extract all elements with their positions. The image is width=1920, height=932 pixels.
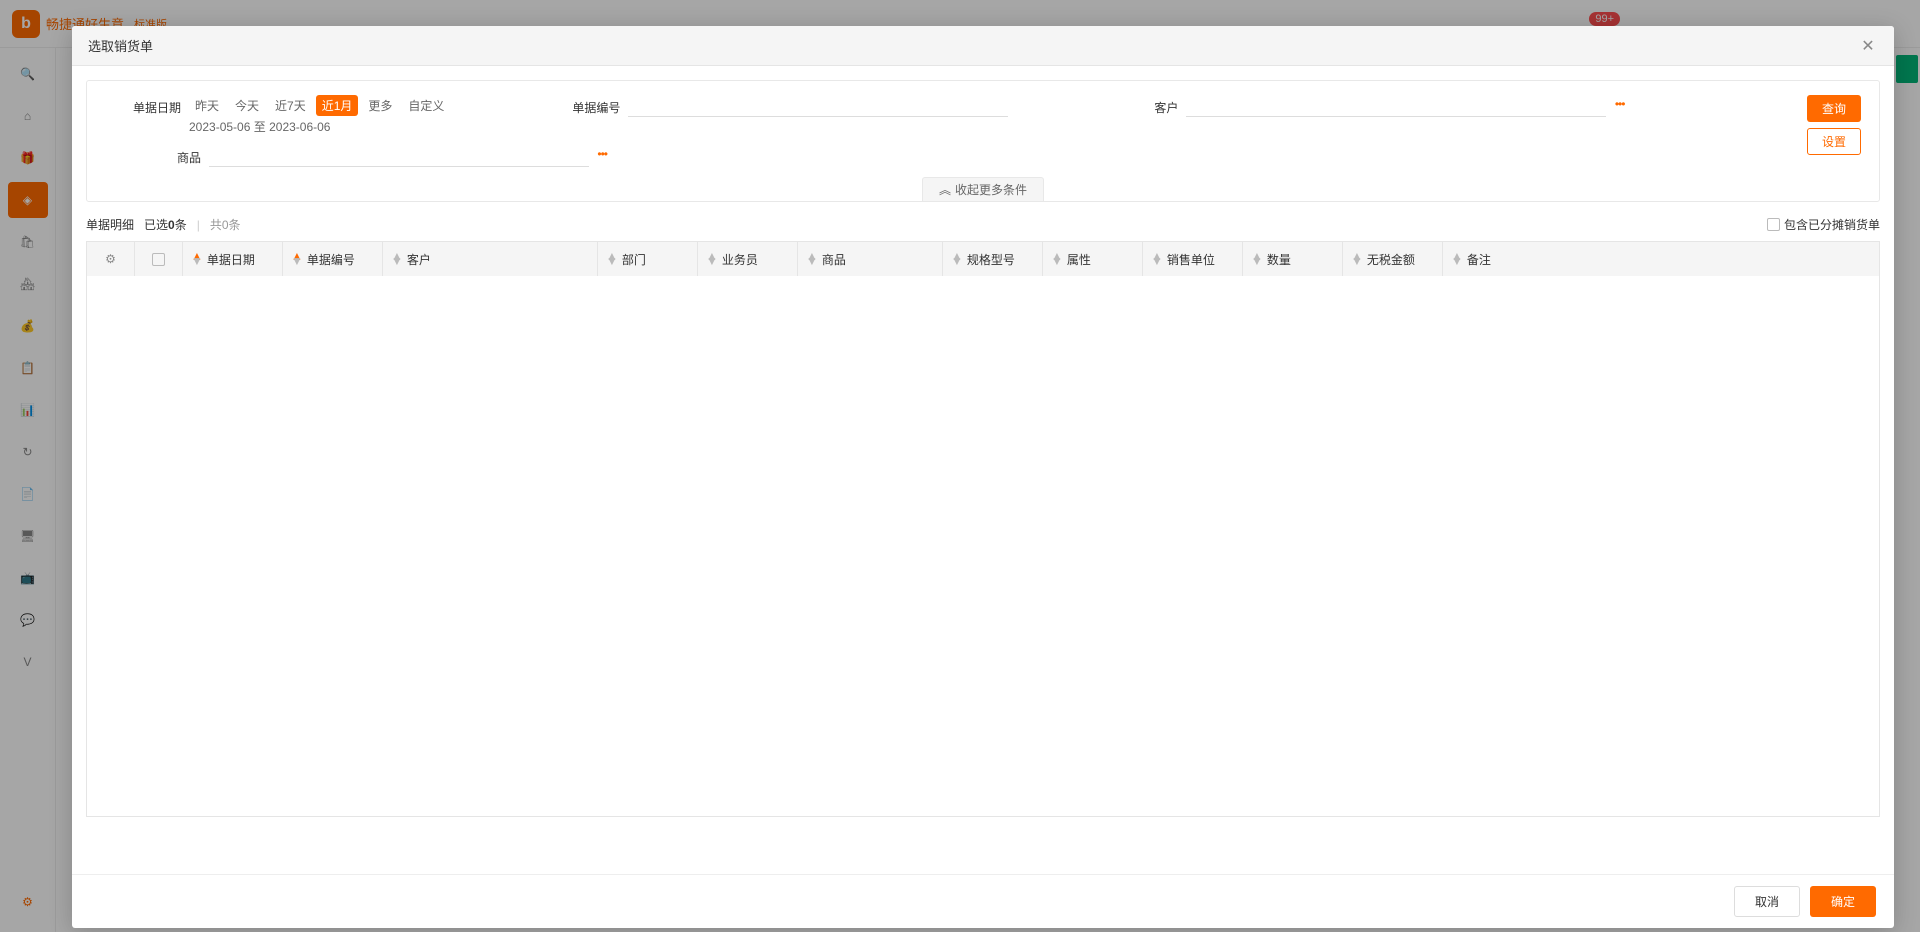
col-dept[interactable]: ▲▼部门 xyxy=(598,242,698,276)
date-tab-7days[interactable]: 近7天 xyxy=(269,95,312,116)
col-amount[interactable]: ▲▼无税金额 xyxy=(1343,242,1443,276)
filter-panel: 单据日期 昨天 今天 近7天 近1月 更多 自定义 2023-05-06 至 xyxy=(86,80,1880,202)
customer-input[interactable] xyxy=(1186,95,1606,117)
include-shipped-checkbox[interactable]: 包含已分摊销货单 xyxy=(1767,216,1880,233)
product-input[interactable] xyxy=(209,145,589,167)
detail-title: 单据明细 xyxy=(86,216,134,233)
date-tab-1month[interactable]: 近1月 xyxy=(316,95,359,116)
doc-no-label: 单据编号 xyxy=(550,95,620,116)
selected-count: 已选0条 xyxy=(144,216,187,233)
col-date[interactable]: ▲▼单据日期 xyxy=(183,242,283,276)
column-settings-icon[interactable]: ⚙ xyxy=(87,242,135,276)
collapse-label: 收起更多条件 xyxy=(955,181,1027,198)
product-label: 商品 xyxy=(111,145,201,166)
modal-title: 选取销货单 xyxy=(88,36,153,55)
col-spec[interactable]: ▲▼规格型号 xyxy=(943,242,1043,276)
date-to: 2023-06-06 xyxy=(269,120,330,134)
customer-label: 客户 xyxy=(1108,95,1178,116)
date-tab-today[interactable]: 今天 xyxy=(229,95,265,116)
close-icon[interactable]: ✕ xyxy=(1858,36,1878,56)
col-doc-no[interactable]: ▲▼单据编号 xyxy=(283,242,383,276)
checkbox-icon[interactable] xyxy=(1767,218,1780,231)
date-from: 2023-05-06 xyxy=(189,120,250,134)
select-sales-order-modal: 选取销货单 ✕ 单据日期 昨天 今天 近7天 近1月 更多 自定义 xyxy=(72,26,1894,928)
date-tab-yesterday[interactable]: 昨天 xyxy=(189,95,225,116)
date-tab-more[interactable]: 更多 xyxy=(362,95,398,116)
col-unit[interactable]: ▲▼销售单位 xyxy=(1143,242,1243,276)
confirm-button[interactable]: 确定 xyxy=(1810,886,1876,917)
col-sales[interactable]: ▲▼业务员 xyxy=(698,242,798,276)
col-qty[interactable]: ▲▼数量 xyxy=(1243,242,1343,276)
product-more-icon[interactable]: ••• xyxy=(597,147,607,161)
total-count: 共0条 xyxy=(210,216,241,233)
doc-no-input[interactable] xyxy=(628,95,1008,117)
customer-more-icon[interactable]: ••• xyxy=(1615,97,1625,111)
date-range-tabs: 昨天 今天 近7天 近1月 更多 自定义 xyxy=(189,95,450,116)
date-label: 单据日期 xyxy=(111,95,181,116)
sep: | xyxy=(197,218,200,232)
include-shipped-label: 包含已分摊销货单 xyxy=(1784,216,1880,233)
col-attr[interactable]: ▲▼属性 xyxy=(1043,242,1143,276)
cancel-button[interactable]: 取消 xyxy=(1734,886,1800,917)
date-sep: 至 xyxy=(254,120,266,134)
date-range-display: 2023-05-06 至 2023-06-06 xyxy=(189,118,450,135)
collapse-filters-button[interactable]: ︽ 收起更多条件 xyxy=(922,177,1044,201)
col-note[interactable]: ▲▼备注 xyxy=(1443,242,1879,276)
horizontal-scrollbar[interactable] xyxy=(86,817,1880,831)
query-button[interactable]: 查询 xyxy=(1807,95,1861,122)
select-all-checkbox[interactable] xyxy=(135,242,183,276)
col-product[interactable]: ▲▼商品 xyxy=(798,242,943,276)
date-tab-custom[interactable]: 自定义 xyxy=(402,95,450,116)
table-body-empty xyxy=(87,276,1879,816)
results-table: ⚙ ▲▼单据日期 ▲▼单据编号 ▲▼客户 ▲▼部门 ▲▼业务员 ▲▼商品 ▲▼规… xyxy=(86,241,1880,817)
settings-button[interactable]: 设置 xyxy=(1807,128,1861,155)
col-customer[interactable]: ▲▼客户 xyxy=(383,242,598,276)
chevron-up-icon: ︽ xyxy=(939,181,951,198)
